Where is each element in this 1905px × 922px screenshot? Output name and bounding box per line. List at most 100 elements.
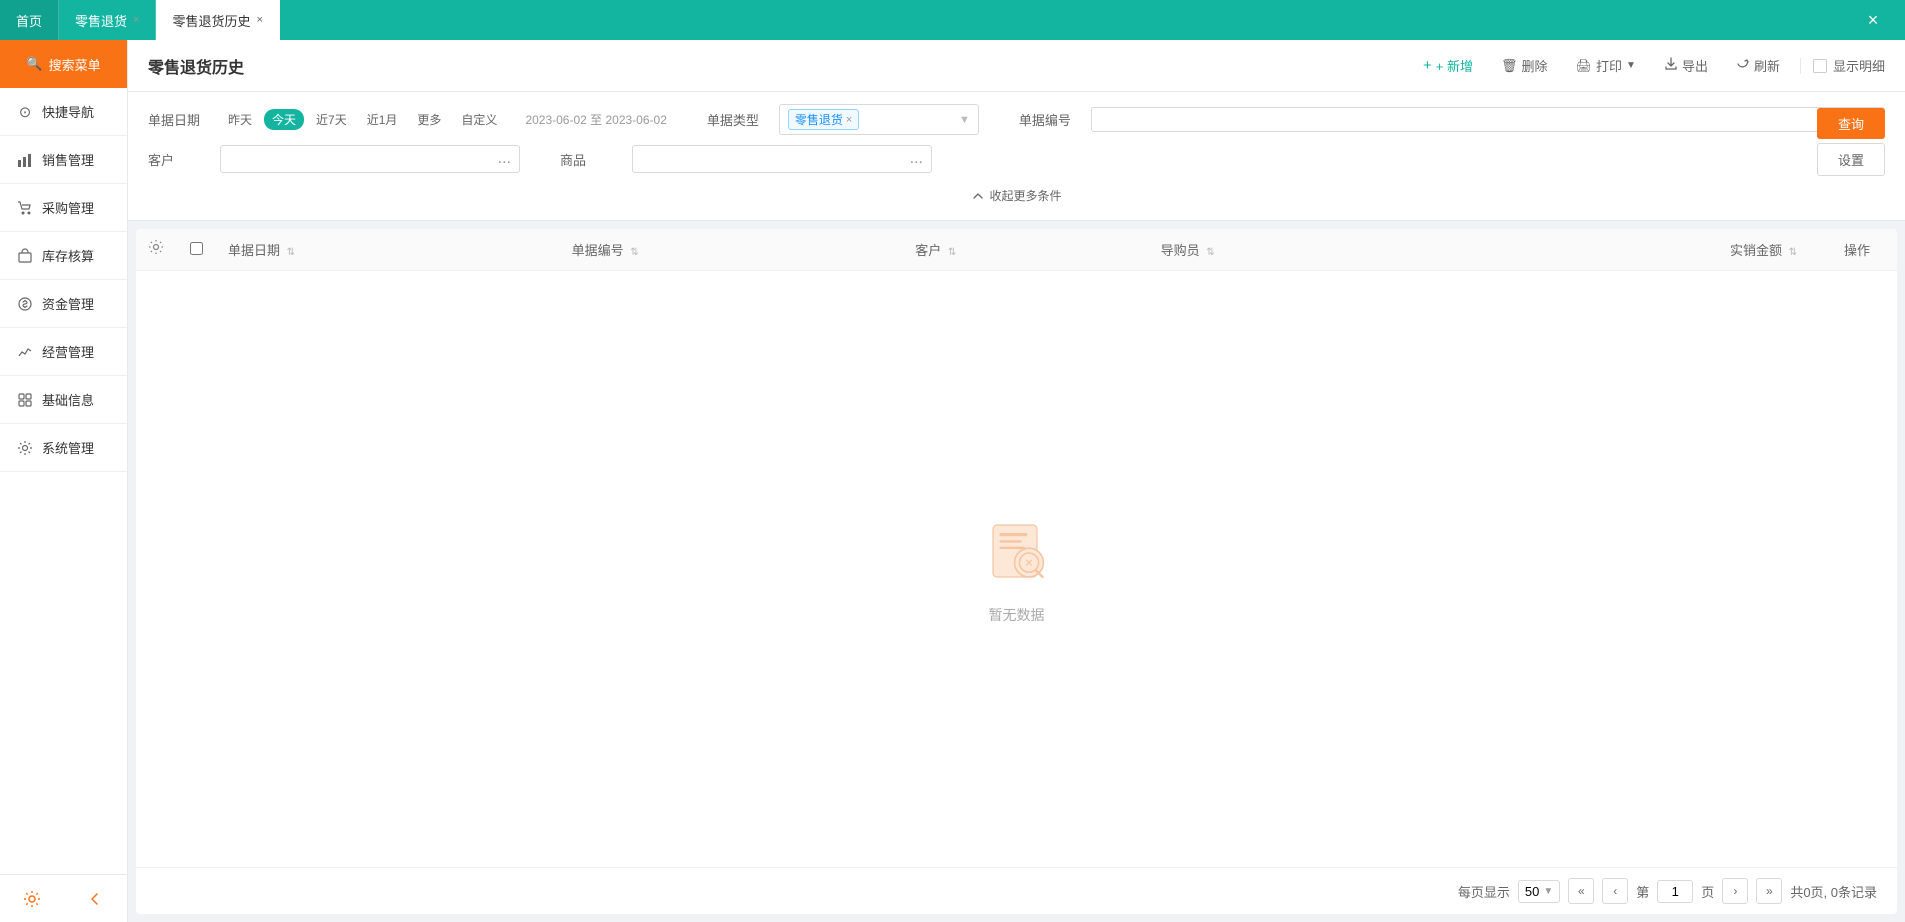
collapse-bar-wrapper: 收起更多条件 — [148, 183, 1885, 208]
query-buttons: 查询 设置 — [1817, 108, 1885, 176]
per-page-dropdown-icon: ▼ — [1543, 886, 1553, 897]
th-guide: 导购员 ⇅ — [1149, 229, 1444, 271]
type-filter-label: 单据类型 — [707, 110, 763, 129]
sidebar-item-purchase[interactable]: 采购管理 — [0, 184, 127, 232]
filter-row-2: 客户 ... 商品 ... — [148, 145, 1885, 173]
th-number: 单据编号 ⇅ — [560, 229, 904, 271]
collapse-bar[interactable]: 收起更多条件 — [967, 183, 1065, 208]
table-container: 单据日期 ⇅ 单据编号 ⇅ 客户 ⇅ — [136, 229, 1897, 914]
date-btn-yesterday[interactable]: 昨天 — [220, 109, 260, 130]
table-settings-icon[interactable] — [148, 242, 164, 259]
date-btn-custom[interactable]: 自定义 — [453, 109, 505, 130]
customer-filter-dots[interactable]: ... — [498, 150, 511, 168]
tab-retail-return[interactable]: 零售退货 × — [59, 0, 156, 40]
empty-text: 暂无数据 — [989, 605, 1045, 625]
table-header-row: 单据日期 ⇅ 单据编号 ⇅ 客户 ⇅ — [136, 229, 1897, 271]
sidebar-item-sales[interactable]: 销售管理 — [0, 136, 127, 184]
sales-icon — [16, 151, 34, 169]
last-page-button[interactable]: » — [1756, 878, 1782, 904]
empty-state: 暂无数据 — [136, 271, 1897, 867]
tab-retail-return-history-label: 零售退货历史 — [172, 11, 250, 30]
type-filter-dropdown-icon: ▼ — [959, 114, 970, 126]
window-close-button[interactable]: × — [1857, 4, 1889, 36]
print-icon: 🖨 — [1576, 58, 1593, 74]
per-page-value: 50 — [1525, 884, 1539, 899]
th-number-sort-icon[interactable]: ⇅ — [630, 247, 638, 258]
per-page-select[interactable]: 50 ▼ — [1518, 880, 1560, 903]
sidebar-item-operations-label: 经营管理 — [42, 342, 94, 361]
query-button[interactable]: 查询 — [1817, 108, 1885, 139]
date-btn-today[interactable]: 今天 — [264, 109, 304, 130]
select-all-checkbox[interactable] — [190, 242, 203, 255]
th-customer: 客户 ⇅ — [903, 229, 1148, 271]
display-toggle-checkbox[interactable] — [1813, 59, 1827, 73]
type-filter-remove[interactable]: × — [846, 114, 852, 126]
prev-page-button[interactable]: ‹ — [1602, 878, 1628, 904]
sidebar-collapse-button[interactable] — [64, 875, 128, 922]
tab-retail-return-history-close[interactable]: × — [256, 14, 262, 26]
goods-filter-input[interactable] — [641, 152, 906, 167]
th-settings — [136, 229, 176, 271]
export-button[interactable]: 导出 — [1656, 52, 1716, 79]
per-page-label: 每页显示 — [1458, 882, 1510, 901]
page-input[interactable]: 1 — [1657, 880, 1693, 903]
settings-filter-button[interactable]: 设置 — [1817, 143, 1885, 176]
sidebar-item-basic-info[interactable]: 基础信息 — [0, 376, 127, 424]
date-filter-label: 单据日期 — [148, 110, 204, 129]
sidebar-item-sales-label: 销售管理 — [42, 150, 94, 169]
type-filter-select[interactable]: 零售退货 × ▼ — [779, 104, 979, 135]
th-date-sort-icon[interactable]: ⇅ — [287, 247, 295, 258]
display-toggle[interactable]: 显示明细 — [1813, 56, 1885, 75]
filter-area: 单据日期 昨天 今天 近7天 近1月 更多 自定义 2023-06-02 至 2… — [128, 92, 1905, 221]
page-unit: 页 — [1701, 882, 1714, 901]
sidebar-item-basic-info-label: 基础信息 — [42, 390, 94, 409]
top-bar: 首页 零售退货 × 零售退货历史 × × — [0, 0, 1905, 40]
voucher-filter-input[interactable] — [1091, 107, 1885, 132]
date-btn-1month[interactable]: 近1月 — [359, 109, 406, 130]
sidebar-item-operations[interactable]: 经营管理 — [0, 328, 127, 376]
sidebar: 🔍 搜索菜单 ⊙ 快捷导航 销售管理 采购管理 库存核算 — [0, 40, 128, 922]
first-page-button[interactable]: « — [1568, 878, 1594, 904]
customer-filter-input[interactable] — [229, 152, 494, 167]
th-customer-sort-icon[interactable]: ⇅ — [948, 247, 956, 258]
sidebar-item-quick-nav-label: 快捷导航 — [42, 102, 94, 121]
refresh-button[interactable]: 刷新 — [1728, 52, 1788, 79]
tab-retail-return-history[interactable]: 零售退货历史 × — [156, 0, 279, 40]
page-header: 零售退货历史 + + 新增 🗑 删除 🖨 打印 ▼ — [128, 40, 1905, 92]
sidebar-item-finance-label: 资金管理 — [42, 294, 94, 313]
delete-button[interactable]: 🗑 删除 — [1493, 52, 1556, 79]
customer-filter-label: 客户 — [148, 150, 204, 169]
add-button[interactable]: + + 新增 — [1415, 52, 1481, 79]
system-icon — [16, 439, 34, 457]
page-label: 第 — [1636, 882, 1649, 901]
data-table: 单据日期 ⇅ 单据编号 ⇅ 客户 ⇅ — [136, 229, 1897, 271]
basic-info-icon — [16, 391, 34, 409]
goods-filter-dots[interactable]: ... — [910, 150, 923, 168]
page-title: 零售退货历史 — [148, 54, 244, 78]
tab-retail-return-close[interactable]: × — [133, 14, 139, 26]
th-amount-sort-icon[interactable]: ⇅ — [1789, 247, 1797, 258]
sidebar-item-quick-nav[interactable]: ⊙ 快捷导航 — [0, 88, 127, 136]
goods-filter-label: 商品 — [560, 150, 616, 169]
sidebar-item-system-label: 系统管理 — [42, 438, 94, 457]
sidebar-item-inventory[interactable]: 库存核算 — [0, 232, 127, 280]
sidebar-search[interactable]: 🔍 搜索菜单 — [0, 40, 127, 88]
print-dropdown-icon: ▼ — [1626, 60, 1636, 71]
th-guide-sort-icon[interactable]: ⇅ — [1206, 247, 1214, 258]
date-btn-7days[interactable]: 近7天 — [308, 109, 355, 130]
delete-icon: 🗑 — [1501, 58, 1518, 74]
print-button[interactable]: 🖨 打印 ▼ — [1568, 52, 1644, 79]
date-btn-more[interactable]: 更多 — [409, 109, 449, 130]
th-action: 操作 — [1817, 229, 1897, 271]
purchase-icon — [16, 199, 34, 217]
next-page-button[interactable]: › — [1722, 878, 1748, 904]
th-amount: 实销金额 ⇅ — [1443, 229, 1817, 271]
tab-retail-return-label: 零售退货 — [75, 11, 127, 30]
pagination: 每页显示 50 ▼ « ‹ 第 1 页 › » 共0页, 0条记录 — [136, 867, 1897, 914]
sidebar-item-finance[interactable]: 资金管理 — [0, 280, 127, 328]
sidebar-settings-button[interactable] — [0, 875, 64, 922]
tab-list: 首页 零售退货 × 零售退货历史 × — [0, 0, 1857, 40]
sidebar-item-system[interactable]: 系统管理 — [0, 424, 127, 472]
tab-home[interactable]: 首页 — [0, 0, 59, 40]
date-range-display: 2023-06-02 至 2023-06-02 — [525, 111, 666, 128]
